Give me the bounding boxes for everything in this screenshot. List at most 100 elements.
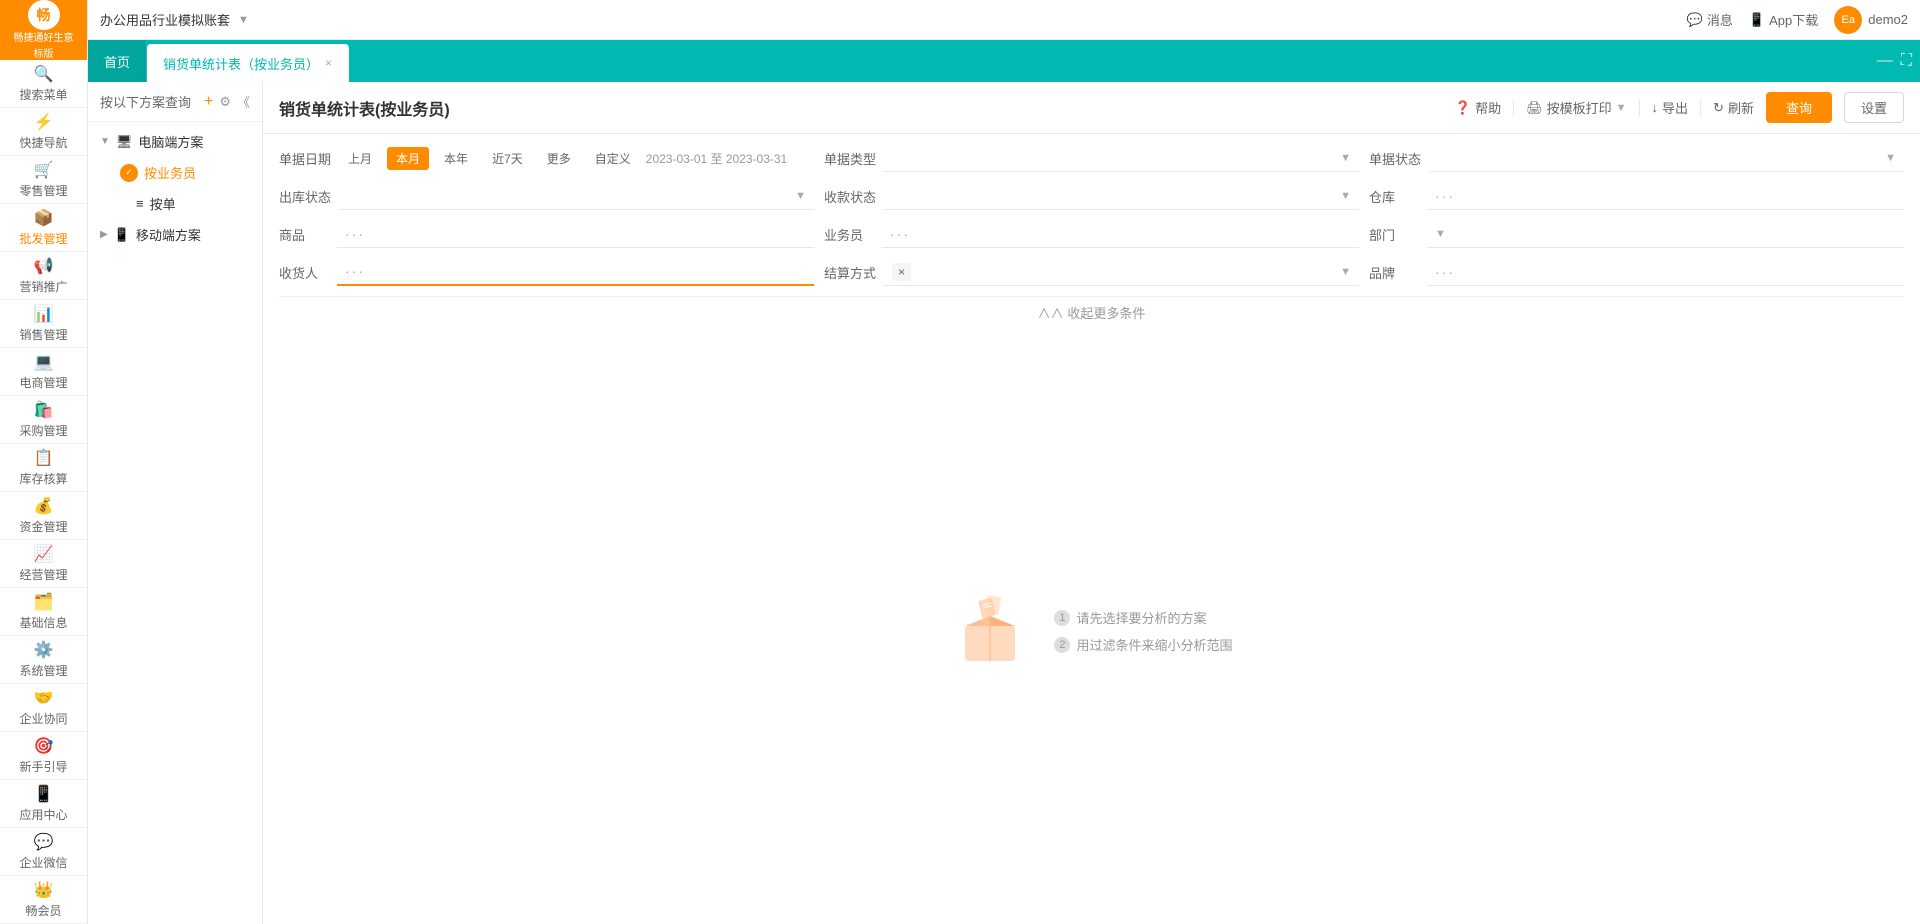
bill-status-control[interactable]: ▼ [1429,144,1904,172]
maximize-icon[interactable]: ⛶ [1901,52,1912,70]
settlement-control[interactable]: × ▼ [884,258,1359,286]
tab-active-label: 销货单统计表（按业务员） [163,54,319,73]
inventory-icon: 📋 [34,448,54,468]
sidebar-item-ecommerce[interactable]: 💻 电商管理 [0,348,88,396]
sidebar-label-wholesale: 批发管理 [19,230,67,247]
sidebar-item-search[interactable]: 🔍 搜索菜单 [0,60,88,108]
settings-btn[interactable]: 设置 [1844,92,1904,123]
sidebar-label-enterprise: 企业协同 [19,710,67,727]
date-btn-custom[interactable]: 自定义 [586,147,640,170]
warehouse-control[interactable]: ··· [1427,182,1904,210]
minimize-icon[interactable]: — [1877,52,1893,70]
sidebar-label-operations: 经营管理 [19,566,67,583]
sidebar-item-apps[interactable]: 📱 应用中心 [0,780,88,828]
salesperson-control[interactable]: ··· [882,220,1359,248]
logo-icon: 畅 [28,0,60,30]
user-area[interactable]: Ea demo2 [1834,6,1908,34]
hint-num-1: 1 [1054,610,1070,626]
sidebar-item-member[interactable]: 👑 畅会员 [0,876,88,924]
tree-section-pc: ▼ 🖥 电脑端方案 ✓ 按业务员 ≡ 按单 ▶ 📱 移动端方案 [88,122,262,254]
message-btn[interactable]: 💬 消息 [1687,10,1733,29]
query-btn[interactable]: 查询 [1766,92,1832,123]
app-logo: 畅 畅捷通好生意 标版 [0,0,88,60]
workspace-title: 办公用品行业模拟账套 [100,10,230,29]
tree-label-pc: 电脑端方案 [138,132,203,151]
sidebar-label-search: 搜索菜单 [19,86,67,103]
tree-label-bill: 按单 [150,194,176,213]
sidebar-item-enterprise[interactable]: 🤝 企业协同 [0,684,88,732]
warehouse-label: 仓库 [1369,187,1419,206]
filter-item-date: 单据日期 上月 本月 本年 近7天 更多 自定义 2023-03-01 至 20… [279,147,814,170]
tree-child-item-by-bill[interactable]: ≡ 按单 [88,188,262,219]
goods-label: 商品 [279,225,329,244]
print-btn[interactable]: 🖨 按模板打印 ▼ [1526,98,1626,117]
date-btn-last-month[interactable]: 上月 [339,147,381,170]
left-panel-actions: + ⚙ 《 [204,92,250,111]
scheme-settings-icon[interactable]: ⚙ [219,94,231,110]
salesperson-label: 业务员 [824,225,874,244]
date-btn-more[interactable]: 更多 [538,147,580,170]
print-dropdown-icon[interactable]: ▼ [1616,102,1627,114]
date-btn-this-year[interactable]: 本年 [435,147,477,170]
receive-status-dropdown-icon: ▼ [1340,190,1351,202]
sidebar-label-apps: 应用中心 [19,806,67,823]
sidebar-item-marketing[interactable]: 📢 营销推广 [0,252,88,300]
out-status-control[interactable]: ▼ [339,182,814,210]
workspace-dropdown-icon[interactable]: ▼ [238,14,249,26]
add-scheme-btn[interactable]: + [204,93,213,111]
refresh-btn[interactable]: ↻ 刷新 [1713,98,1754,117]
date-btn-this-month[interactable]: 本月 [387,147,429,170]
sidebar-item-basic[interactable]: 🗂️ 基础信息 [0,588,88,636]
marketing-icon: 📢 [34,256,54,276]
topbar-right: 💬 消息 📱 App下载 Ea demo2 [1687,6,1908,34]
tree-item-mobile[interactable]: ▶ 📱 移动端方案 [88,219,262,250]
tag-close-btn[interactable]: × [898,265,905,279]
tree-label-salesperson: 按业务员 [144,163,196,182]
sidebar-item-retail[interactable]: 🛒 零售管理 [0,156,88,204]
date-btn-7days[interactable]: 近7天 [483,147,532,170]
tree-item-pc[interactable]: ▼ 🖥 电脑端方案 [88,126,262,157]
sidebar-label-finance: 资金管理 [19,518,67,535]
page-title-row: 销货单统计表(按业务员) ❓ 帮助 🖨 按模板打印 ▼ [279,92,1904,123]
filter-section: 单据日期 上月 本月 本年 近7天 更多 自定义 2023-03-01 至 20… [263,134,1920,338]
app-download-btn[interactable]: 📱 App下载 [1749,10,1818,29]
receive-status-control[interactable]: ▼ [884,182,1359,210]
filter-item-bill-status: 单据状态 ▼ [1369,144,1904,172]
receiver-control[interactable]: ··· [337,258,814,286]
shortcuts-icon: ⚡ [34,112,54,132]
tab-active[interactable]: 销货单统计表（按业务员） × [147,44,349,82]
help-btn[interactable]: ❓ 帮助 [1455,98,1501,117]
tab-home[interactable]: 首页 [88,40,147,82]
sidebar-item-operations[interactable]: 📈 经营管理 [0,540,88,588]
collapse-row[interactable]: ∧∧ 收起更多条件 [279,296,1904,328]
brand-control[interactable]: ··· [1427,258,1904,286]
sidebar-item-system[interactable]: ⚙️ 系统管理 [0,636,88,684]
date-range: 2023-03-01 至 2023-03-31 [646,150,787,167]
mobile-icon: 📱 [114,227,130,243]
sidebar-item-purchase[interactable]: 🛍️ 采购管理 [0,396,88,444]
sidebar-item-newbie[interactable]: 🎯 新手引导 [0,732,88,780]
sidebar-item-wholesale[interactable]: 📦 批发管理 [0,204,88,252]
filter-item-warehouse: 仓库 ··· [1369,182,1904,210]
tab-close-btn[interactable]: × [325,56,332,70]
member-icon: 👑 [34,880,54,900]
sidebar-item-sales[interactable]: 📊 销售管理 [0,300,88,348]
sidebar-item-wechat[interactable]: 💬 企业微信 [0,828,88,876]
export-btn[interactable]: ↓ 导出 [1652,98,1689,117]
right-content: 销货单统计表(按业务员) ❓ 帮助 🖨 按模板打印 ▼ [263,82,1920,924]
divider1 [1513,100,1514,116]
app-download-label: App下载 [1769,10,1818,29]
sidebar-item-inventory[interactable]: 📋 库存核算 [0,444,88,492]
tree-sub-item-salesperson[interactable]: ✓ 按业务员 [88,157,262,188]
sidebar-item-finance[interactable]: 💰 资金管理 [0,492,88,540]
goods-more-icon: ··· [345,226,365,242]
filter-item-out-status: 出库状态 ▼ [279,182,814,210]
sidebar-item-shortcuts[interactable]: ⚡ 快捷导航 [0,108,88,156]
brand-label: 品牌 [1369,263,1419,282]
collapse-panel-icon[interactable]: 《 [237,92,250,111]
department-control[interactable]: ▼ [1427,220,1904,248]
goods-control[interactable]: ··· [337,220,814,248]
filter-row-3: 商品 ··· 业务员 ··· 部门 ▼ [279,220,1904,248]
out-status-dropdown-icon: ▼ [795,190,806,202]
bill-type-control[interactable]: ▼ [884,144,1359,172]
